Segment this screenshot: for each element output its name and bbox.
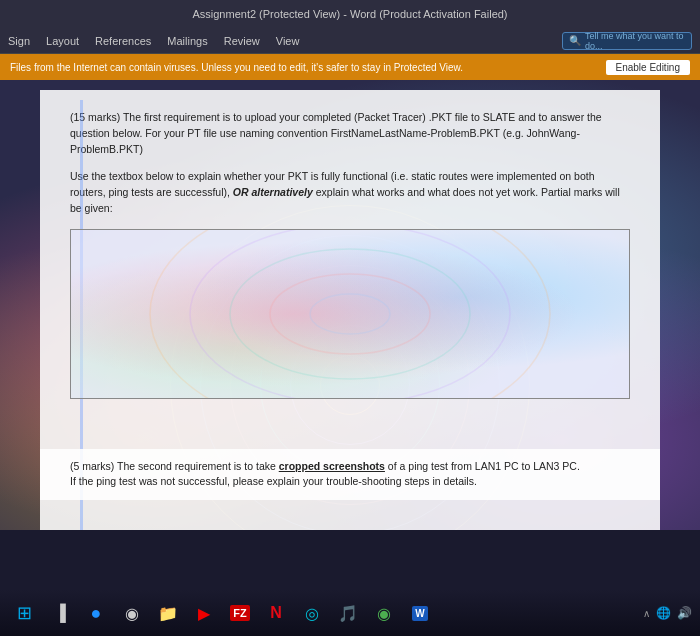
search-box[interactable]: 🔍 Tell me what you want to do... [562, 32, 692, 50]
windows-icon: ⊞ [17, 602, 32, 624]
bottom-para1: (5 marks) The second requirement is to t… [70, 459, 630, 475]
svg-point-0 [150, 230, 550, 398]
protected-warning: Files from the Internet can contain viru… [10, 62, 463, 73]
menu-bar: Sign Layout References Mailings Review V… [0, 28, 700, 54]
title-text: Assignment2 (Protected View) - Word (Pro… [192, 8, 507, 20]
cortana-icon: ● [91, 603, 102, 624]
search-icon: 🔍 [569, 35, 581, 46]
taskbar-task-view[interactable]: ◉ [116, 597, 148, 629]
menu-view[interactable]: View [276, 35, 300, 47]
paragraph1: (15 marks) The first requirement is to u… [70, 110, 630, 157]
taskbar-word[interactable]: W [404, 597, 436, 629]
taskbar-n[interactable]: N [260, 597, 292, 629]
svg-point-2 [230, 249, 470, 379]
enable-editing-button[interactable]: Enable Editing [606, 60, 691, 75]
task-view-icon: ◉ [125, 604, 139, 623]
svg-point-1 [190, 230, 510, 398]
document-area: (15 marks) The first requirement is to u… [0, 80, 700, 530]
text-box[interactable] [70, 229, 630, 399]
taskbar: ⊞ ▐ ● ◉ 📁 ▶ FZ N ◎ 🎵 ◉ W ∧ 🌐 🔊 [0, 590, 700, 636]
menu-layout[interactable]: Layout [46, 35, 79, 47]
menu-sign[interactable]: Sign [8, 35, 30, 47]
word-icon: W [412, 606, 427, 621]
protected-bar: Files from the Internet can contain viru… [0, 54, 700, 80]
menu-references[interactable]: References [95, 35, 151, 47]
svg-point-4 [310, 294, 390, 334]
network-icon: 🌐 [656, 606, 671, 620]
title-bar: Assignment2 (Protected View) - Word (Pro… [0, 0, 700, 28]
paragraph2: Use the textbox below to explain whether… [70, 169, 630, 216]
circle1-icon: ◎ [305, 604, 319, 623]
music-icon: 🎵 [338, 604, 358, 623]
taskbar-media[interactable]: ▶ [188, 597, 220, 629]
menu-review[interactable]: Review [224, 35, 260, 47]
folder-icon: 📁 [158, 604, 178, 623]
bottom-para2: If the ping test was not successful, ple… [70, 474, 630, 490]
search-placeholder: Tell me what you want to do... [585, 31, 685, 51]
taskbar-cortana[interactable]: ● [80, 597, 112, 629]
taskbar-search[interactable]: ▐ [44, 597, 76, 629]
taskbar-music[interactable]: 🎵 [332, 597, 364, 629]
media-icon: ▶ [198, 604, 210, 623]
circle2-icon: ◉ [377, 604, 391, 623]
system-tray-arrow[interactable]: ∧ [643, 608, 650, 619]
taskbar-fz[interactable]: FZ [224, 597, 256, 629]
menu-mailings[interactable]: Mailings [167, 35, 207, 47]
volume-icon: 🔊 [677, 606, 692, 620]
svg-point-3 [270, 274, 430, 354]
taskbar-circle2[interactable]: ◉ [368, 597, 400, 629]
bottom-text-area: (5 marks) The second requirement is to t… [40, 449, 660, 501]
taskbar-file-explorer[interactable]: 📁 [152, 597, 184, 629]
search-icon: ▐ [54, 604, 65, 622]
taskbar-circle1[interactable]: ◎ [296, 597, 328, 629]
windows-start-button[interactable]: ⊞ [8, 597, 40, 629]
n-icon: N [270, 604, 282, 622]
taskbar-right-area: ∧ 🌐 🔊 [643, 606, 692, 620]
text-box-rings-svg [71, 230, 629, 398]
fz-icon: FZ [230, 605, 249, 621]
